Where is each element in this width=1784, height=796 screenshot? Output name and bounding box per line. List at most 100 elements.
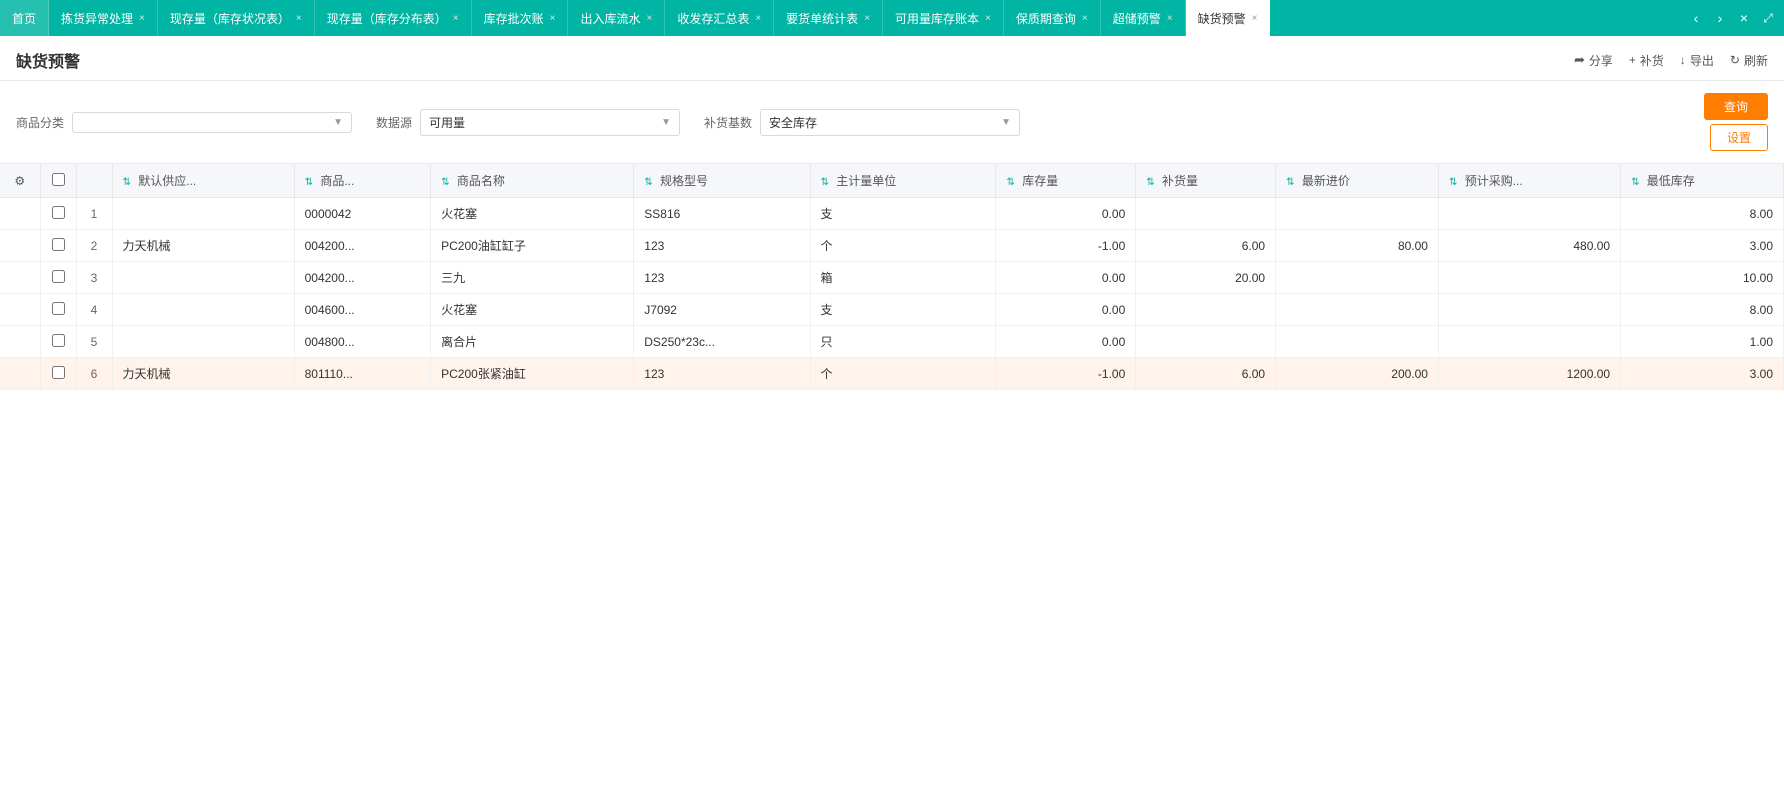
sort-icon-product-name: ⇅ (441, 177, 449, 188)
tab-close-all-button[interactable]: × (1732, 6, 1756, 30)
row-product-code-1: 004200... (294, 230, 431, 262)
col-product-name[interactable]: ⇅ 商品名称 (431, 164, 634, 198)
tab-maximize-button[interactable]: ⤢ (1756, 6, 1780, 30)
row-estimated-purchase-2 (1438, 262, 1620, 294)
col-replenish[interactable]: ⇅ 补货量 (1136, 164, 1276, 198)
tab-close-inout[interactable]: × (646, 13, 652, 24)
tab-close-batch[interactable]: × (550, 13, 556, 24)
select-all-checkbox[interactable] (52, 173, 65, 186)
row-product-code-4: 004800... (294, 326, 431, 358)
query-button[interactable]: 查询 (1704, 93, 1768, 120)
row-min-stock-0: 8.00 (1621, 198, 1784, 230)
col-min-stock[interactable]: ⇅ 最低库存 (1621, 164, 1784, 198)
tab-available-ledger[interactable]: 可用量库存账本 × (883, 0, 1004, 36)
col-estimated-purchase[interactable]: ⇅ 预计采购... (1438, 164, 1620, 198)
row-checkbox-3[interactable] (52, 302, 65, 315)
row-latest-price-3 (1276, 294, 1439, 326)
tab-close-order[interactable]: × (864, 13, 870, 24)
row-stock-4: 0.00 (996, 326, 1136, 358)
col-unit[interactable]: ⇅ 主计量单位 (810, 164, 996, 198)
col-num (76, 164, 112, 198)
row-unit-1: 个 (810, 230, 996, 262)
datasource-select[interactable]: 可用量 ▼ (420, 109, 680, 136)
row-latest-price-1: 80.00 (1276, 230, 1439, 262)
row-product-code-0: 0000042 (294, 198, 431, 230)
sort-icon-estimated: ⇅ (1449, 177, 1457, 188)
row-replenish-0 (1136, 198, 1276, 230)
sort-icon-latest-price: ⇅ (1286, 177, 1294, 188)
table-row: 10000042火花塞SS816支0.008.00 (0, 198, 1784, 230)
row-checkbox-cell-1[interactable] (40, 230, 76, 262)
settings-button[interactable]: 设置 (1710, 124, 1768, 151)
row-latest-price-4 (1276, 326, 1439, 358)
row-replenish-4 (1136, 326, 1276, 358)
row-gear-1 (0, 230, 40, 262)
col-latest-price[interactable]: ⇅ 最新进价 (1276, 164, 1439, 198)
row-checkbox-cell-2[interactable] (40, 262, 76, 294)
tab-expiry-query[interactable]: 保质期查询 × (1004, 0, 1101, 36)
filter-actions: 查询 设置 (1704, 93, 1768, 151)
row-checkbox-cell-4[interactable] (40, 326, 76, 358)
category-filter-group: 商品分类 ▼ (16, 112, 352, 133)
tab-close-inventory-status[interactable]: × (296, 13, 302, 24)
row-num-3: 4 (76, 294, 112, 326)
replenish-base-filter-group: 补货基数 安全库存 ▼ (704, 109, 1020, 136)
table-header-row: ⚙ ⇅ 默认供应... ⇅ 商品... ⇅ 商品名称 (0, 164, 1784, 198)
tab-prev-button[interactable]: ‹ (1684, 6, 1708, 30)
refresh-button[interactable]: ↻ 刷新 (1730, 52, 1768, 69)
tab-close-overstock[interactable]: × (1167, 13, 1173, 24)
tab-close-expiry[interactable]: × (1082, 13, 1088, 24)
row-unit-0: 支 (810, 198, 996, 230)
row-supplier-5: 力天机械 (112, 358, 294, 390)
row-checkbox-cell-5[interactable] (40, 358, 76, 390)
tab-order-stats[interactable]: 要货单统计表 × (774, 0, 883, 36)
row-replenish-1: 6.00 (1136, 230, 1276, 262)
col-gear[interactable]: ⚙ (0, 164, 40, 198)
row-product-name-5: PC200张紧油缸 (431, 358, 634, 390)
row-checkbox-5[interactable] (52, 366, 65, 379)
col-checkbox[interactable] (40, 164, 76, 198)
replenish-base-label: 补货基数 (704, 114, 752, 131)
table-container: ⚙ ⇅ 默认供应... ⇅ 商品... ⇅ 商品名称 (0, 164, 1784, 390)
col-supplier[interactable]: ⇅ 默认供应... (112, 164, 294, 198)
tab-next-button[interactable]: › (1708, 6, 1732, 30)
tab-recv-total[interactable]: 收发存汇总表 × (665, 0, 774, 36)
tab-close-defect[interactable]: × (139, 13, 145, 24)
tab-batch-account[interactable]: 库存批次账 × (472, 0, 569, 36)
col-stock[interactable]: ⇅ 库存量 (996, 164, 1136, 198)
tab-close-recv[interactable]: × (755, 13, 761, 24)
row-checkbox-4[interactable] (52, 334, 65, 347)
tab-close-available[interactable]: × (985, 13, 991, 24)
datasource-chevron-icon: ▼ (661, 117, 671, 128)
tab-shortage[interactable]: 缺货预警 × (1186, 0, 1271, 36)
row-checkbox-0[interactable] (52, 206, 65, 219)
tab-overstock[interactable]: 超储预警 × (1101, 0, 1186, 36)
tab-nav-buttons: ‹ › × ⤢ (1680, 6, 1784, 30)
row-checkbox-cell-0[interactable] (40, 198, 76, 230)
col-product-code[interactable]: ⇅ 商品... (294, 164, 431, 198)
tab-in-out-flow[interactable]: 出入库流水 × (568, 0, 665, 36)
tab-close-inventory-dist[interactable]: × (453, 13, 459, 24)
row-num-1: 2 (76, 230, 112, 262)
header-actions: ➦ 分享 + 补货 ↓ 导出 ↻ 刷新 (1574, 52, 1768, 69)
tab-inventory-dist[interactable]: 现存量（库存分布表） × (315, 0, 472, 36)
tab-home[interactable]: 首页 (0, 0, 49, 36)
export-button[interactable]: ↓ 导出 (1680, 52, 1714, 69)
row-checkbox-cell-3[interactable] (40, 294, 76, 326)
tab-defect-processing[interactable]: 拣货异常处理 × (49, 0, 158, 36)
data-table: ⚙ ⇅ 默认供应... ⇅ 商品... ⇅ 商品名称 (0, 164, 1784, 390)
row-replenish-3 (1136, 294, 1276, 326)
col-spec[interactable]: ⇅ 规格型号 (634, 164, 810, 198)
tab-inventory-status[interactable]: 现存量（库存状况表） × (158, 0, 315, 36)
row-checkbox-1[interactable] (52, 238, 65, 251)
gear-icon: ⚙ (14, 174, 25, 188)
row-product-code-5: 801110... (294, 358, 431, 390)
replenish-button[interactable]: + 补货 (1629, 52, 1664, 69)
sort-icon-unit: ⇅ (821, 177, 829, 188)
tab-close-shortage[interactable]: × (1252, 13, 1258, 24)
row-supplier-3 (112, 294, 294, 326)
replenish-base-select[interactable]: 安全库存 ▼ (760, 109, 1020, 136)
share-button[interactable]: ➦ 分享 (1574, 52, 1613, 69)
row-checkbox-2[interactable] (52, 270, 65, 283)
category-select[interactable]: ▼ (72, 112, 352, 133)
